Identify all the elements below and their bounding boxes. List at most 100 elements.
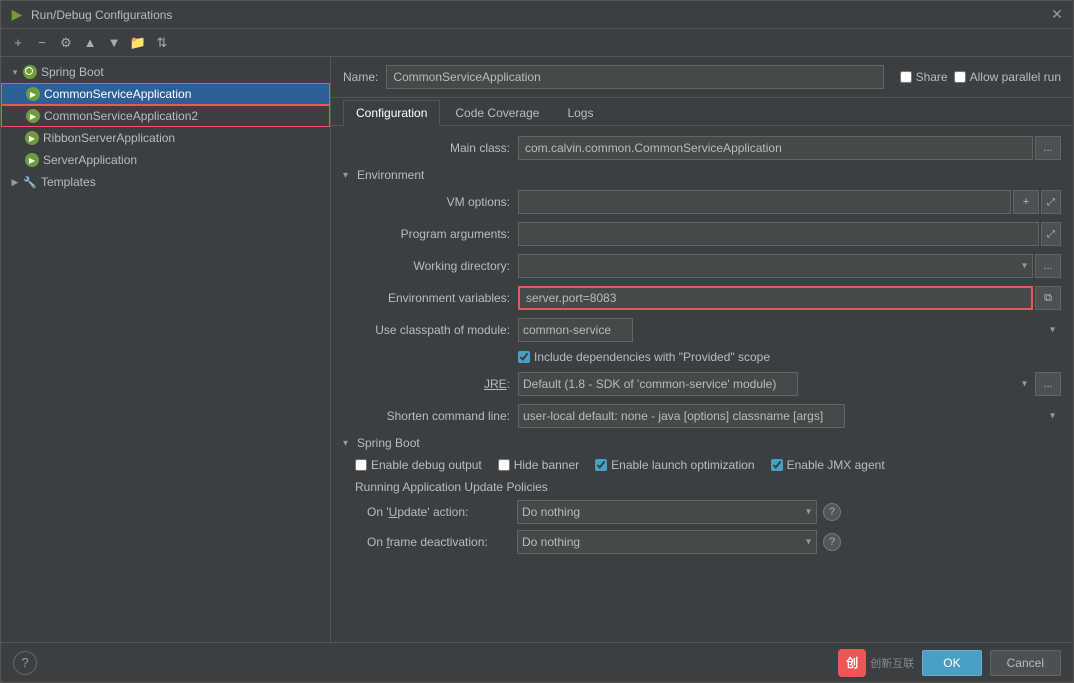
tree-item-common-service-app[interactable]: ▶ CommonServiceApplication [1,83,330,105]
working-dir-browse-button[interactable]: ... [1035,254,1061,278]
on-update-label: On 'Update' action: [367,505,517,519]
sort-button[interactable]: ⇅ [151,32,173,54]
environment-section-title: Environment [357,168,424,182]
tree-item-server-app[interactable]: ▶ ServerApplication [1,149,330,171]
vm-options-add-button[interactable]: + [1013,190,1039,214]
name-row: Name: Share Allow parallel run [331,57,1073,98]
enable-debug-checkbox[interactable] [355,459,367,471]
program-args-input[interactable] [518,222,1039,246]
config-area: Main class: ... ▾ Environment VM options… [331,126,1073,642]
templates-label: Templates [41,175,96,189]
share-checkbox-label[interactable]: Share [900,70,948,84]
main-content: ▾ Spring Boot ▶ CommonServiceApplication [1,57,1073,642]
ok-button[interactable]: OK [922,650,981,676]
vm-options-row: VM options: + ⤢ [343,190,1061,214]
run-icon-3: ▶ [25,131,39,145]
tree-spring-boot-group[interactable]: ▾ Spring Boot [1,61,330,83]
program-args-expand-button[interactable]: ⤢ [1041,222,1061,246]
watermark-logo: 创 [838,649,866,677]
hide-banner-label[interactable]: Hide banner [498,458,579,472]
enable-debug-label[interactable]: Enable debug output [355,458,482,472]
on-frame-label: On frame deactivation: [367,535,517,549]
run-icon-2: ▶ [26,109,40,123]
toolbar: + − ⚙ ▲ ▼ 📁 ⇅ [1,29,1073,57]
tree-item-ribbon-server-app[interactable]: ▶ RibbonServerApplication [1,127,330,149]
move-down-button[interactable]: ▼ [103,32,125,54]
help-button[interactable]: ? [13,651,37,675]
footer-buttons: 创 创新互联 OK Cancel [838,649,1061,677]
jre-row: JRE: Default (1.8 - SDK of 'common-servi… [343,372,1061,396]
move-up-button[interactable]: ▲ [79,32,101,54]
on-update-row: On 'Update' action: Do nothing Update re… [343,500,1061,524]
hide-banner-checkbox[interactable] [498,459,510,471]
vm-options-label: VM options: [343,195,518,209]
tab-logs[interactable]: Logs [554,99,606,125]
tree-item-common-service-app2[interactable]: ▶ CommonServiceApplication2 [1,105,330,127]
include-dep-checkbox-label[interactable]: Include dependencies with "Provided" sco… [518,350,770,364]
add-button[interactable]: + [7,32,29,54]
shorten-cmd-select[interactable]: user-local default: none - java [options… [518,404,845,428]
program-args-row: Program arguments: ⤢ [343,222,1061,246]
remove-button[interactable]: − [31,32,53,54]
name-input[interactable] [386,65,883,89]
main-class-label: Main class: [343,141,518,155]
classpath-select[interactable]: common-service [518,318,633,342]
jre-label: JRE: [343,377,518,391]
working-dir-label: Working directory: [343,259,518,273]
run-icon-4: ▶ [25,153,39,167]
spring-boot-section-arrow[interactable]: ▾ [343,438,357,449]
folder-button[interactable]: 📁 [127,32,149,54]
jre-browse-button[interactable]: ... [1035,372,1061,396]
enable-jmx-checkbox[interactable] [771,459,783,471]
env-vars-row: Environment variables: ⧉ [343,286,1061,310]
vm-options-input[interactable] [518,190,1011,214]
vm-options-expand-button[interactable]: ⤢ [1041,190,1061,214]
spring-boot-section-header: ▾ Spring Boot [343,436,1061,450]
enable-jmx-label[interactable]: Enable JMX agent [771,458,885,472]
main-class-row: Main class: ... [343,136,1061,160]
enable-launch-checkbox[interactable] [595,459,607,471]
classpath-label: Use classpath of module: [343,323,518,337]
env-vars-label: Environment variables: [343,291,518,305]
tree: ▾ Spring Boot ▶ CommonServiceApplication [1,57,330,197]
running-policies-title: Running Application Update Policies [343,480,1061,494]
close-button[interactable]: ✕ [1049,7,1065,23]
environment-section-arrow[interactable]: ▾ [343,170,357,181]
include-dep-checkbox[interactable] [518,351,530,363]
classpath-row: Use classpath of module: common-service [343,318,1061,342]
watermark: 创 创新互联 [838,649,914,677]
env-vars-copy-button[interactable]: ⧉ [1035,286,1061,310]
parallel-checkbox-label[interactable]: Allow parallel run [954,70,1061,84]
on-update-help-button[interactable]: ? [823,503,841,521]
parallel-checkbox[interactable] [954,71,966,83]
right-panel: Name: Share Allow parallel run Configura… [331,57,1073,642]
name-label: Name: [343,70,378,84]
tree-templates-group[interactable]: ▶ 🔧 Templates [1,171,330,193]
spring-boot-section-title: Spring Boot [357,436,420,450]
cancel-button[interactable]: Cancel [990,650,1061,676]
on-frame-help-button[interactable]: ? [823,533,841,551]
enable-launch-label[interactable]: Enable launch optimization [595,458,754,472]
share-checkbox[interactable] [900,71,912,83]
footer: ? 创 创新互联 OK Cancel [1,642,1073,682]
tab-code-coverage[interactable]: Code Coverage [442,99,552,125]
working-dir-input[interactable] [518,254,1033,278]
on-frame-select[interactable]: Do nothing Update resources Update class… [517,530,817,554]
tab-configuration[interactable]: Configuration [343,100,440,126]
tree-item-label-3: RibbonServerApplication [43,131,175,145]
main-class-input[interactable] [518,136,1033,160]
share-area: Share Allow parallel run [900,70,1061,84]
jre-select[interactable]: Default (1.8 - SDK of 'common-service' m… [518,372,798,396]
working-dir-row: Working directory: ... [343,254,1061,278]
tree-item-label-4: ServerApplication [43,153,137,167]
settings-button[interactable]: ⚙ [55,32,77,54]
environment-section-header: ▾ Environment [343,168,1061,182]
main-class-browse-button[interactable]: ... [1035,136,1061,160]
env-vars-input[interactable] [518,286,1033,310]
on-update-select[interactable]: Do nothing Update resources Update class… [517,500,817,524]
shorten-cmd-label: Shorten command line: [343,409,518,423]
program-args-label: Program arguments: [343,227,518,241]
tree-item-label-1: CommonServiceApplication [44,87,191,101]
tabs-row: Configuration Code Coverage Logs [331,98,1073,126]
tree-item-label-2: CommonServiceApplication2 [44,109,198,123]
